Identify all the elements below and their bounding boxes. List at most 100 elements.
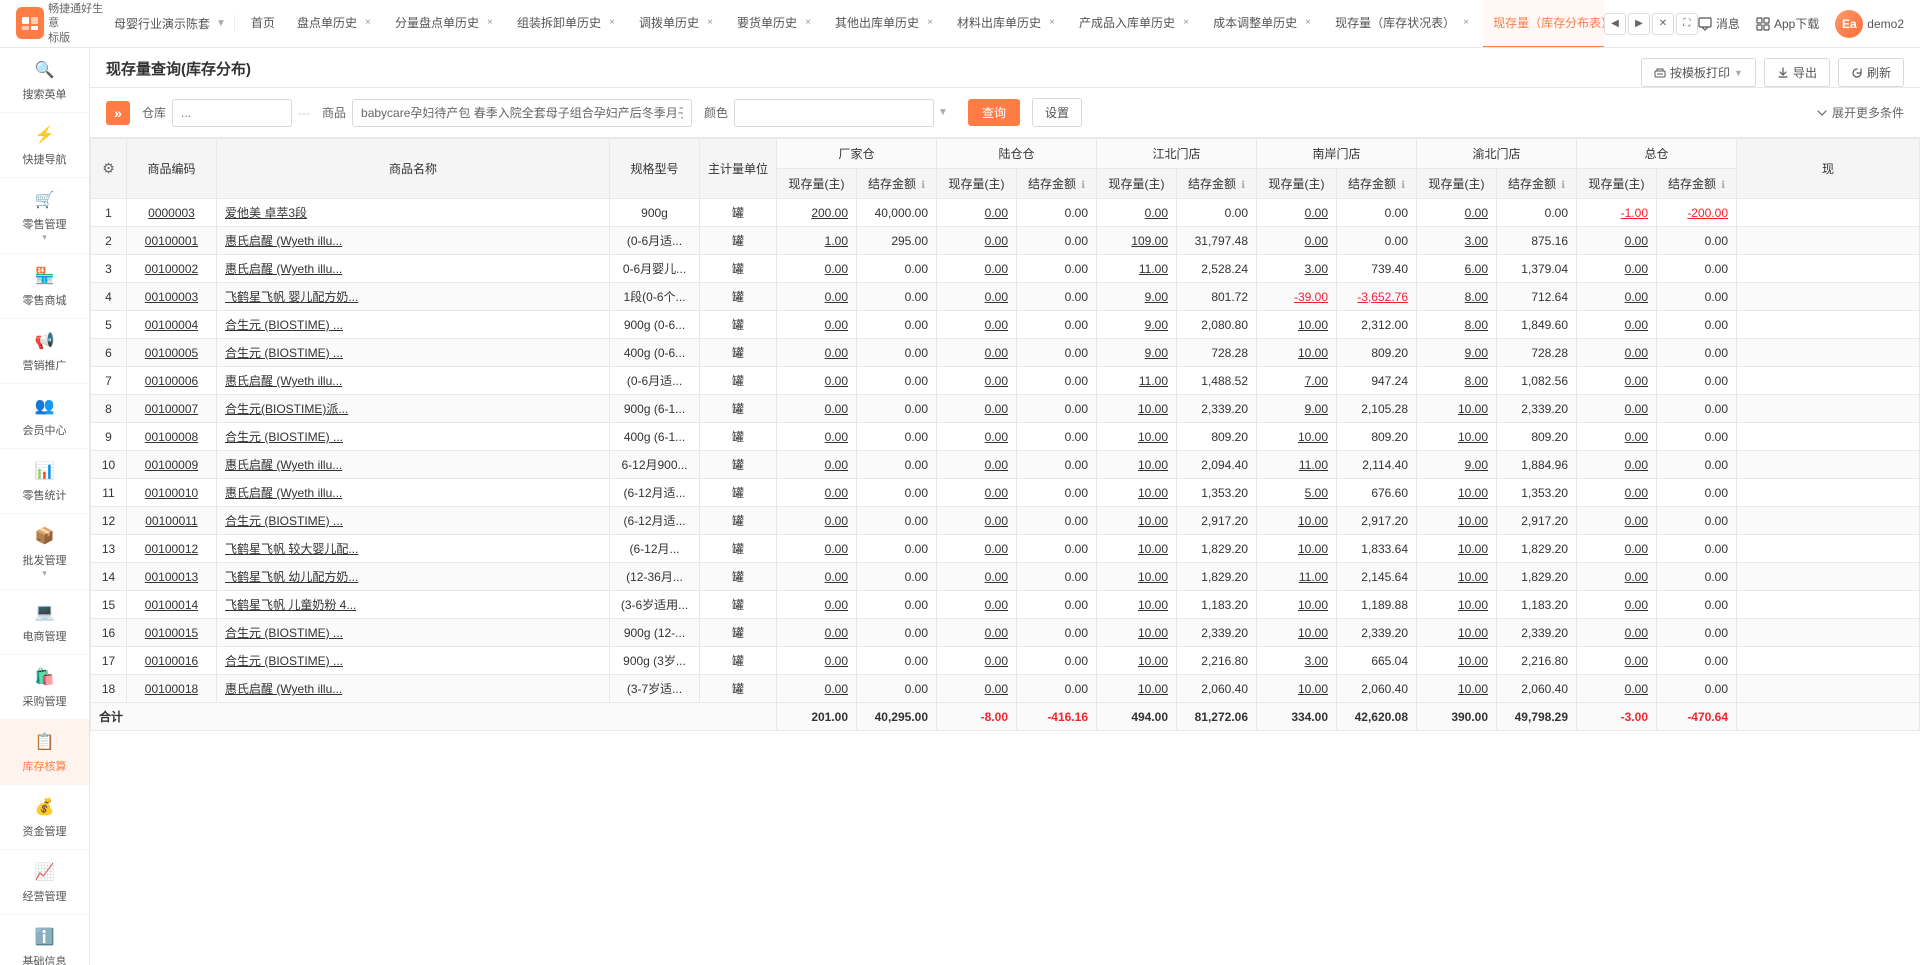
nav-tab-8[interactable]: 产成品入库单历史× [1069, 0, 1203, 47]
sidebar-item-5[interactable]: 👥 会员中心 [0, 384, 89, 449]
cell-total-qty[interactable]: 0.00 [1577, 255, 1657, 283]
nav-maximize-button[interactable]: ⛶ [1676, 13, 1698, 35]
sidebar-item-8[interactable]: 💻 电商管理 [0, 590, 89, 655]
cell-yubei-qty[interactable]: 10.00 [1417, 619, 1497, 647]
cell-total-qty[interactable]: 0.00 [1577, 479, 1657, 507]
sidebar-item-0[interactable]: 🔍 搜索英单 [0, 48, 89, 113]
cell-total-qty[interactable]: 0.00 [1577, 311, 1657, 339]
nav-tab-3[interactable]: 组装拆卸单历史× [507, 0, 629, 47]
sidebar-item-11[interactable]: 💰 资金管理 [0, 785, 89, 850]
cell-yubei-qty[interactable]: 10.00 [1417, 563, 1497, 591]
nav-tab-close-10[interactable]: × [1459, 16, 1473, 30]
cell-code[interactable]: 00100012 [127, 535, 217, 563]
cell-jiangbei-qty[interactable]: 109.00 [1097, 227, 1177, 255]
cell-code[interactable]: 00100007 [127, 395, 217, 423]
cell-name[interactable]: 飞鹤星飞帆 儿童奶粉 4... [217, 591, 610, 619]
cell-lu-qty[interactable]: 0.00 [937, 339, 1017, 367]
cell-jiangbei-qty[interactable]: 11.00 [1097, 255, 1177, 283]
cell-yubei-qty[interactable]: 10.00 [1417, 591, 1497, 619]
cell-lu-qty[interactable]: 0.00 [937, 647, 1017, 675]
cell-factory-qty[interactable]: 1.00 [777, 227, 857, 255]
cell-yubei-qty[interactable]: 10.00 [1417, 423, 1497, 451]
cell-jiangbei-qty[interactable]: 9.00 [1097, 339, 1177, 367]
cell-factory-qty[interactable]: 0.00 [777, 591, 857, 619]
cell-jiangbei-qty[interactable]: 10.00 [1097, 507, 1177, 535]
cell-code[interactable]: 00100016 [127, 647, 217, 675]
cell-yubei-qty[interactable]: 8.00 [1417, 367, 1497, 395]
color-dropdown-arrow[interactable]: ▼ [938, 107, 948, 118]
expand-more-button[interactable]: 展开更多条件 [1816, 104, 1904, 121]
cell-name[interactable]: 惠氏启醒 (Wyeth illu... [217, 367, 610, 395]
cell-code[interactable]: 00100004 [127, 311, 217, 339]
cell-nanan-qty[interactable]: 3.00 [1257, 255, 1337, 283]
cell-name[interactable]: 惠氏启醒 (Wyeth illu... [217, 255, 610, 283]
cell-factory-qty[interactable]: 0.00 [777, 451, 857, 479]
cell-lu-qty[interactable]: 0.00 [937, 227, 1017, 255]
cell-code[interactable]: 00100011 [127, 507, 217, 535]
cell-code[interactable]: 00100009 [127, 451, 217, 479]
cell-yubei-qty[interactable]: 10.00 [1417, 647, 1497, 675]
nav-tab-7[interactable]: 材料出库单历史× [947, 0, 1069, 47]
nav-close-button[interactable]: ✕ [1652, 13, 1674, 35]
cell-nanan-qty[interactable]: 3.00 [1257, 647, 1337, 675]
cell-factory-qty[interactable]: 0.00 [777, 283, 857, 311]
nav-tab-5[interactable]: 要货单历史× [727, 0, 825, 47]
nav-tab-11[interactable]: 现存量（库存分布表）× [1483, 0, 1604, 47]
cell-lu-qty[interactable]: 0.00 [937, 423, 1017, 451]
nav-next-button[interactable]: ▶ [1628, 13, 1650, 35]
cell-total-qty[interactable]: 0.00 [1577, 507, 1657, 535]
cell-nanan-qty[interactable]: 5.00 [1257, 479, 1337, 507]
cell-nanan-qty[interactable]: 10.00 [1257, 339, 1337, 367]
nav-tab-9[interactable]: 成本调整单历史× [1203, 0, 1325, 47]
cell-code[interactable]: 00100014 [127, 591, 217, 619]
cell-lu-qty[interactable]: 0.00 [937, 255, 1017, 283]
cell-code[interactable]: 00100008 [127, 423, 217, 451]
cell-name[interactable]: 合生元 (BIOSTIME) ... [217, 423, 610, 451]
nav-tab-close-6[interactable]: × [923, 16, 937, 30]
cell-total-qty[interactable]: 0.00 [1577, 675, 1657, 703]
cell-lu-qty[interactable]: 0.00 [937, 563, 1017, 591]
cell-factory-qty[interactable]: 0.00 [777, 535, 857, 563]
cell-name[interactable]: 惠氏启醒 (Wyeth illu... [217, 675, 610, 703]
cell-name[interactable]: 惠氏启醒 (Wyeth illu... [217, 479, 610, 507]
nav-tab-close-1[interactable]: × [361, 16, 375, 30]
cell-yubei-qty[interactable]: 8.00 [1417, 283, 1497, 311]
export-button[interactable]: 导出 [1764, 58, 1830, 87]
cell-factory-qty[interactable]: 0.00 [777, 367, 857, 395]
nav-tab-close-9[interactable]: × [1301, 16, 1315, 30]
cell-nanan-qty[interactable]: 10.00 [1257, 507, 1337, 535]
sidebar-item-13[interactable]: ℹ️ 基础信息 [0, 915, 89, 965]
cell-lu-qty[interactable]: 0.00 [937, 395, 1017, 423]
cell-jiangbei-qty[interactable]: 10.00 [1097, 675, 1177, 703]
table-area[interactable]: ⚙ 商品编码 商品名称 规格型号 主计量单位 厂家仓 陆仓仓 江北门店 南岸门店… [90, 138, 1920, 965]
company-dropdown-arrow[interactable]: ▼ [216, 18, 226, 29]
cell-factory-qty[interactable]: 0.00 [777, 479, 857, 507]
cell-factory-qty[interactable]: 0.00 [777, 619, 857, 647]
nav-tab-close-8[interactable]: × [1179, 16, 1193, 30]
cell-yubei-qty[interactable]: 9.00 [1417, 339, 1497, 367]
cell-yubei-qty[interactable]: 10.00 [1417, 507, 1497, 535]
sidebar-item-1[interactable]: ⚡ 快捷导航 [0, 113, 89, 178]
nav-tab-2[interactable]: 分量盘点单历史× [385, 0, 507, 47]
cell-jiangbei-qty[interactable]: 9.00 [1097, 283, 1177, 311]
cell-code[interactable]: 00100002 [127, 255, 217, 283]
cell-factory-qty[interactable]: 0.00 [777, 255, 857, 283]
cell-total-qty[interactable]: 0.00 [1577, 535, 1657, 563]
cell-nanan-qty[interactable]: 0.00 [1257, 199, 1337, 227]
nav-tab-close-4[interactable]: × [703, 16, 717, 30]
cell-factory-qty[interactable]: 0.00 [777, 563, 857, 591]
message-button[interactable]: 消息 [1698, 15, 1740, 32]
cell-lu-qty[interactable]: 0.00 [937, 199, 1017, 227]
cell-name[interactable]: 飞鹤星飞帆 幼儿配方奶... [217, 563, 610, 591]
nav-tab-1[interactable]: 盘点单历史× [287, 0, 385, 47]
cell-total-qty[interactable]: 0.00 [1577, 367, 1657, 395]
nav-tab-0[interactable]: 首页 [239, 0, 287, 47]
color-input[interactable] [734, 99, 934, 127]
cell-name[interactable]: 合生元 (BIOSTIME) ... [217, 339, 610, 367]
cell-code[interactable]: 00100015 [127, 619, 217, 647]
cell-nanan-qty[interactable]: 10.00 [1257, 675, 1337, 703]
cell-jiangbei-qty[interactable]: 11.00 [1097, 367, 1177, 395]
cell-nanan-qty[interactable]: 9.00 [1257, 395, 1337, 423]
cell-total-qty[interactable]: 0.00 [1577, 395, 1657, 423]
cell-name[interactable]: 合生元 (BIOSTIME) ... [217, 619, 610, 647]
